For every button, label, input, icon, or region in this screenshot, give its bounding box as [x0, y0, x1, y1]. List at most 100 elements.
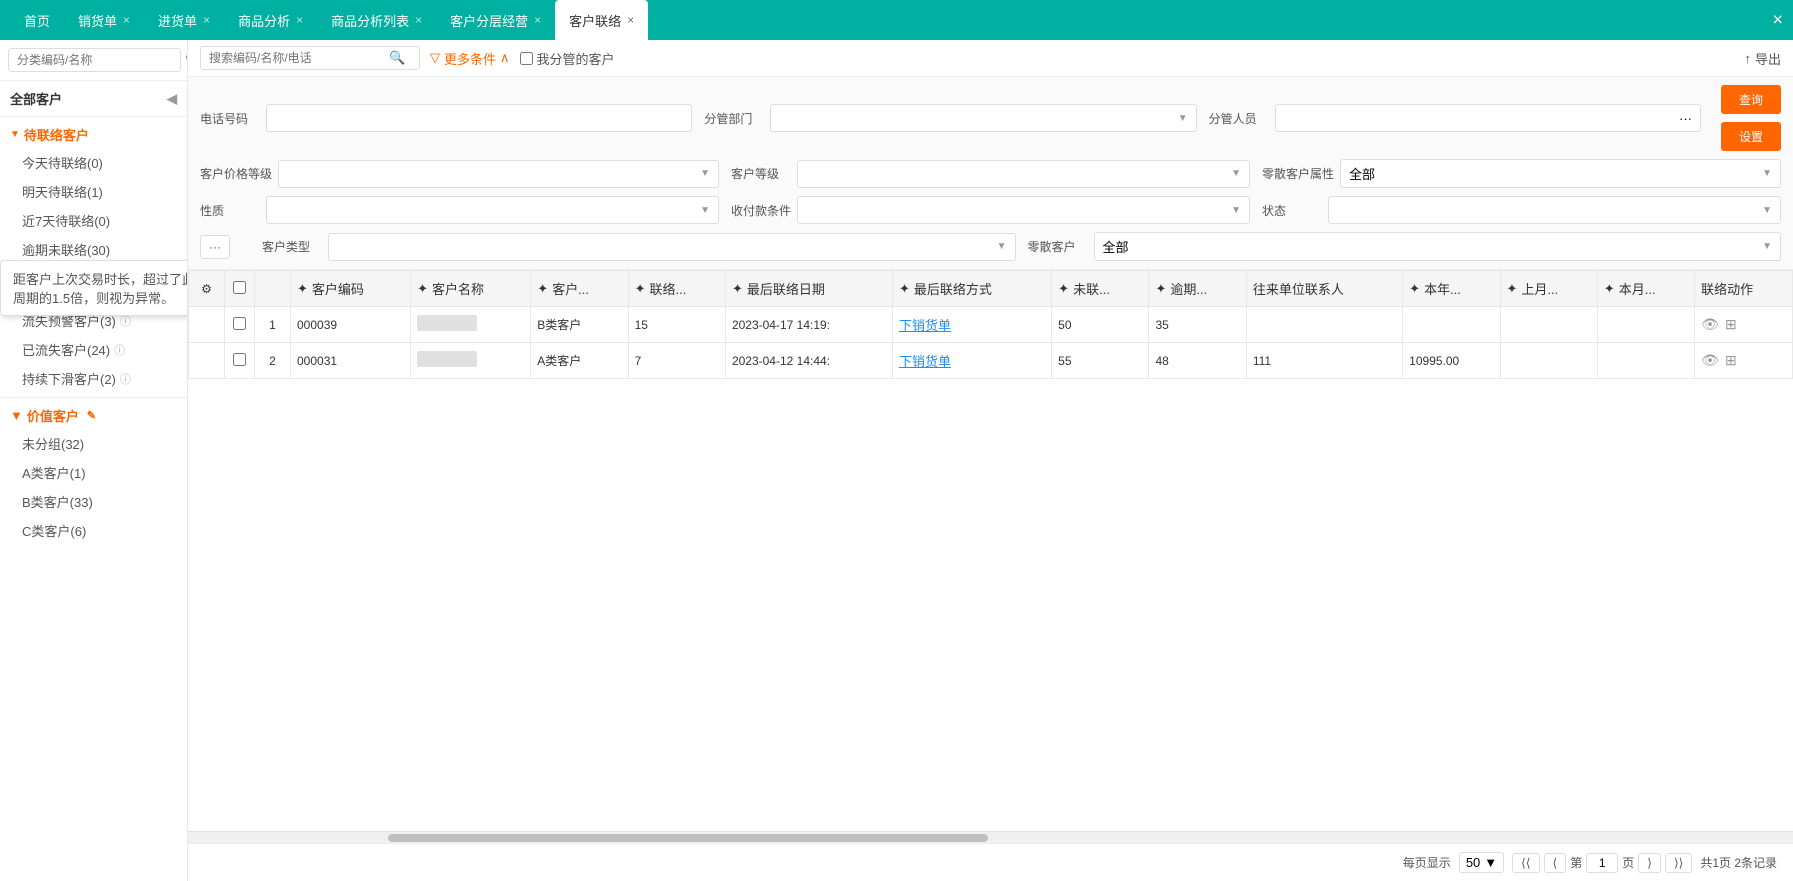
- row-select-0[interactable]: [233, 317, 246, 330]
- row-last-way-1[interactable]: 下销货单: [892, 343, 1051, 379]
- more-filters-button[interactable]: ▽ 更多条件 ∧: [430, 49, 510, 68]
- last-contact-way-link-0[interactable]: 下销货单: [899, 318, 951, 333]
- nav-sales-order[interactable]: 销货单 ×: [64, 0, 144, 40]
- filter-price-level-select[interactable]: ▼: [278, 160, 719, 188]
- filter-status: 状态 ▼: [1262, 196, 1781, 224]
- sidebar-item-ungrouped[interactable]: 未分组(32): [0, 429, 187, 458]
- nav-home[interactable]: 首页: [10, 0, 64, 40]
- per-page-select[interactable]: 50 ▼: [1459, 852, 1504, 873]
- prev-page-button[interactable]: ⟨: [1544, 853, 1567, 873]
- sidebar-item-today[interactable]: 今天待联络(0): [0, 148, 187, 177]
- sidebar-item-tomorrow[interactable]: 明天待联络(1): [0, 177, 187, 206]
- nav-purchase-order[interactable]: 进货单 ×: [144, 0, 224, 40]
- sidebar-search-icon[interactable]: 🔍: [185, 52, 188, 68]
- col-last-date[interactable]: ✦ 最后联络日期: [725, 271, 892, 307]
- search-input[interactable]: [209, 51, 389, 65]
- col-name[interactable]: ✦ 客户名称: [411, 271, 531, 307]
- sidebar-item-churned[interactable]: 已流失客户(24) ⓘ: [0, 335, 187, 364]
- query-button[interactable]: 查询: [1721, 85, 1781, 114]
- scroll-thumb[interactable]: [388, 834, 988, 842]
- nav-purchase-order-close[interactable]: ×: [203, 13, 210, 27]
- sidebar-all-customers[interactable]: 全部客户 ◀: [0, 81, 187, 117]
- sidebar-item-c-class[interactable]: C类客户(6): [0, 516, 187, 545]
- filter-payment-select[interactable]: ▼: [797, 196, 1250, 224]
- sidebar-item-a-class[interactable]: A类客户(1): [0, 458, 187, 487]
- global-close-button[interactable]: ×: [1772, 10, 1783, 31]
- edit-icon[interactable]: ✎: [87, 409, 96, 422]
- nav-sales-order-close[interactable]: ×: [123, 13, 130, 27]
- filter-scattered-customer-select[interactable]: 全部 ▼: [1094, 232, 1782, 261]
- page-total: 共1页 2条记录: [1700, 854, 1777, 871]
- filter-customer-level-select[interactable]: ▼: [797, 160, 1250, 188]
- chevron-down-icon-type: ▼: [997, 241, 1007, 252]
- sidebar-value-group[interactable]: ▼ 价值客户 ✎: [0, 402, 187, 429]
- col-last-way[interactable]: ✦ 最后联络方式: [892, 271, 1051, 307]
- filter-scattered-attr-select[interactable]: 全部 ▼: [1340, 159, 1781, 188]
- action-grid-icon-0[interactable]: ⊞: [1725, 316, 1737, 333]
- col-code[interactable]: ✦ 客户编码: [291, 271, 411, 307]
- nav-customer-layered[interactable]: 客户分层经营 ×: [436, 0, 555, 40]
- last-page-button[interactable]: ⟩⟩: [1665, 853, 1692, 873]
- horizontal-scrollbar[interactable]: [188, 831, 1793, 843]
- nav-customer-contact-close[interactable]: ×: [627, 13, 634, 27]
- set-button[interactable]: 设置: [1721, 122, 1781, 151]
- col-type[interactable]: ✦ 客户...: [531, 271, 628, 307]
- search-icon[interactable]: 🔍: [389, 50, 405, 66]
- col-last-month[interactable]: ✦ 上月...: [1500, 271, 1597, 307]
- last-contact-way-link-1[interactable]: 下销货单: [899, 354, 951, 369]
- filter-status-select[interactable]: ▼: [1328, 196, 1781, 224]
- filter-nature: 性质 ▼: [200, 196, 719, 224]
- sidebar-item-7days[interactable]: 近7天待联络(0): [0, 206, 187, 235]
- col-overdue[interactable]: ✦ 逾期...: [1149, 271, 1246, 307]
- col-settings[interactable]: ⚙: [189, 271, 225, 307]
- col-this-year[interactable]: ✦ 本年...: [1403, 271, 1500, 307]
- next-page-button[interactable]: ⟩: [1638, 853, 1661, 873]
- col-contact[interactable]: ✦ 联络...: [628, 271, 725, 307]
- my-customer-filter: 我分管的客户: [520, 49, 615, 68]
- row-last-month-0: [1500, 307, 1597, 343]
- sidebar-collapse-icons[interactable]: ◀: [167, 91, 177, 107]
- filter-customer-type-select[interactable]: ▼: [328, 233, 1016, 261]
- action-buttons: 查询 设置: [1721, 85, 1781, 151]
- nav-product-analysis-list-close[interactable]: ×: [415, 13, 422, 27]
- col-company-contacts[interactable]: 往来单位联系人: [1246, 271, 1402, 307]
- page-number-input[interactable]: [1586, 853, 1618, 873]
- row-company-contacts-0: [1246, 307, 1402, 343]
- nav-product-analysis-close[interactable]: ×: [296, 13, 303, 27]
- action-grid-icon-1[interactable]: ⊞: [1725, 352, 1737, 369]
- row-last-way-0[interactable]: 下销货单: [892, 307, 1051, 343]
- filter-dept-select[interactable]: ▼: [770, 104, 1196, 132]
- nav-product-analysis[interactable]: 商品分析 ×: [224, 0, 317, 40]
- action-eye-icon-0[interactable]: 👁: [1701, 316, 1719, 333]
- more-filter-button[interactable]: ···: [200, 235, 230, 259]
- sidebar-item-b-class[interactable]: B类客户(33): [0, 487, 187, 516]
- col-not-contacted[interactable]: ✦ 未联...: [1052, 271, 1149, 307]
- export-icon: ↑: [1744, 51, 1751, 66]
- sidebar-item-declining[interactable]: 持续下滑客户(2) ⓘ: [0, 364, 187, 393]
- sidebar-collapse-icon[interactable]: ◀: [167, 91, 177, 107]
- first-page-button[interactable]: ⟨⟨: [1512, 853, 1539, 873]
- col-this-month[interactable]: ✦ 本月...: [1597, 271, 1694, 307]
- filter-area: 电话号码 分管部门 ▼ 分管人员 ···: [188, 77, 1793, 270]
- filter-manager-select[interactable]: ···: [1275, 104, 1701, 132]
- chevron-down-icon-status: ▼: [1762, 205, 1772, 216]
- nav-customer-layered-close[interactable]: ×: [534, 13, 541, 27]
- filter-row-2: 客户价格等级 ▼ 客户等级 ▼ 零散客户属性 全部: [200, 159, 1781, 188]
- filter-phone-input[interactable]: [266, 104, 692, 132]
- nav-product-analysis-list[interactable]: 商品分析列表 ×: [317, 0, 436, 40]
- col-num: [255, 271, 291, 307]
- page-prefix: 第: [1570, 854, 1582, 871]
- filter-row-3: 性质 ▼ 收付款条件 ▼ 状态: [200, 196, 1781, 224]
- nav-customer-contact[interactable]: 客户联络 ×: [555, 0, 648, 40]
- sidebar-pending-title[interactable]: ▼ 待联络客户: [0, 121, 187, 148]
- my-customer-checkbox[interactable]: [520, 52, 533, 65]
- select-all-checkbox[interactable]: [233, 281, 246, 294]
- row-select-1[interactable]: [233, 353, 246, 366]
- action-eye-icon-1[interactable]: 👁: [1701, 352, 1719, 369]
- row-this-month-1: [1597, 343, 1694, 379]
- filter-nature-select[interactable]: ▼: [266, 196, 719, 224]
- page-navigation: ⟨⟨ ⟨ 第 页 ⟩ ⟩⟩: [1512, 853, 1692, 873]
- export-button[interactable]: ↑ 导出: [1744, 49, 1781, 68]
- sidebar-search-input[interactable]: [8, 48, 181, 72]
- ellipsis-icon: ···: [1679, 111, 1692, 126]
